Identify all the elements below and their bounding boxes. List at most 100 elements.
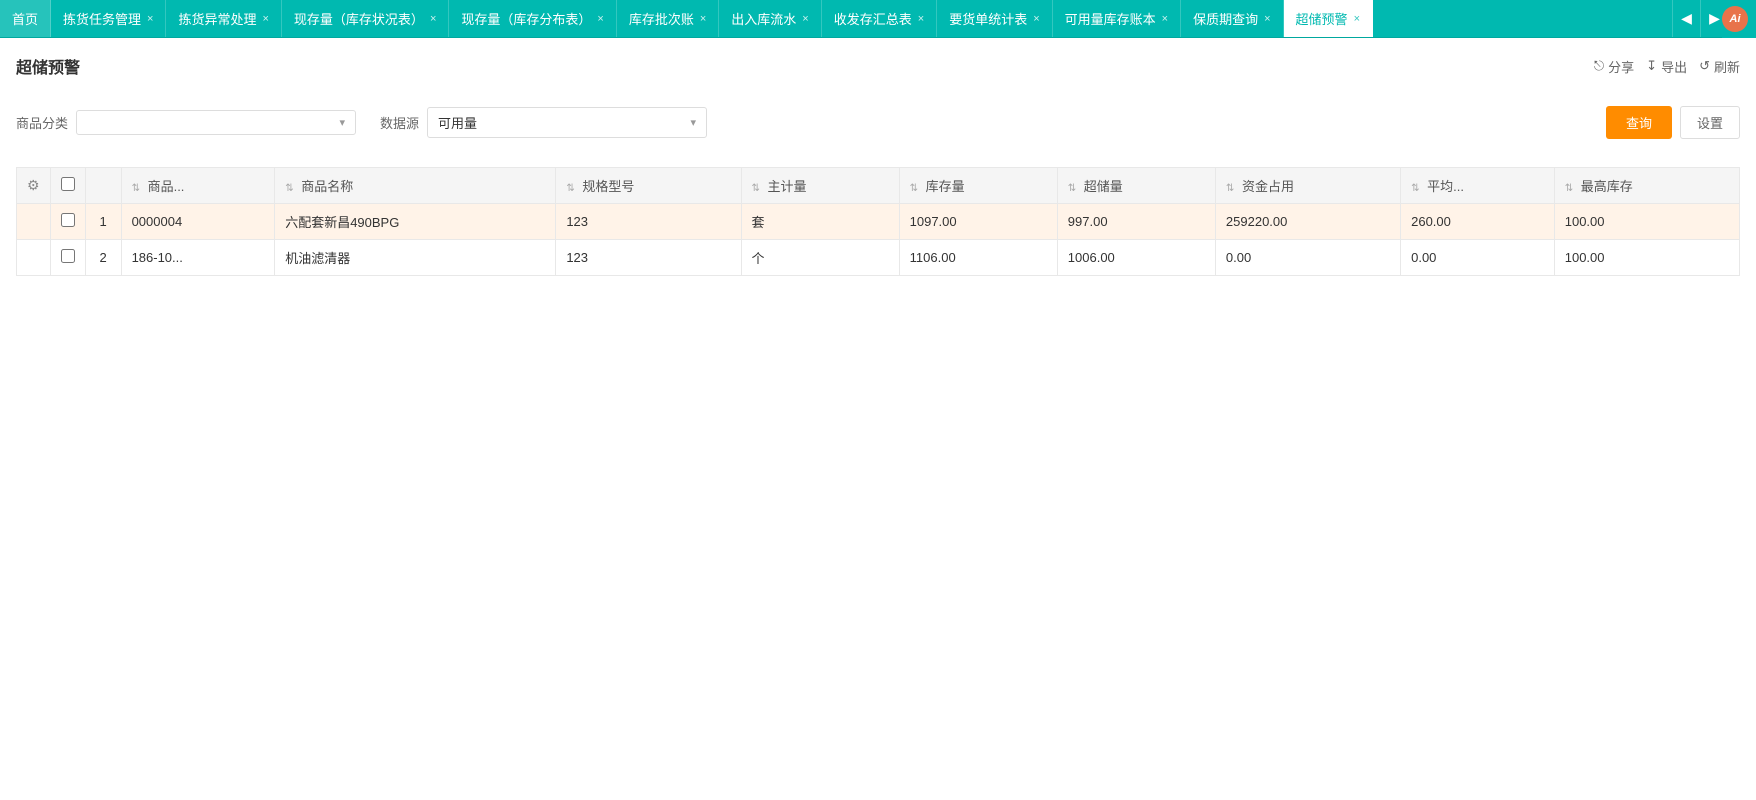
share-label: 分享 — [1608, 57, 1634, 76]
nav-item-现存量-库存分布表-[interactable]: 现存量（库存分布表） × — [449, 0, 616, 37]
share-btn[interactable]: ⎋ 分享 — [1594, 57, 1634, 76]
nav-item-收发存汇总表[interactable]: 收发存汇总表 × — [822, 0, 937, 37]
nav-close-icon[interactable]: × — [1264, 13, 1270, 25]
cell-settings — [17, 204, 51, 240]
cell-settings — [17, 240, 51, 276]
nav-item-label: 现存量（库存状况表） — [294, 9, 424, 28]
export-btn[interactable]: ↧ 导出 — [1646, 57, 1687, 76]
nav-item-label: 拣货异常处理 — [178, 9, 256, 28]
cell-overstock: 997.00 — [1057, 204, 1215, 240]
nav-close-icon[interactable]: × — [597, 13, 603, 25]
top-nav: 首页拣货任务管理×拣货异常处理×现存量（库存状况表）×现存量（库存分布表）×库存… — [0, 0, 1756, 38]
filter-row: 商品分类 ▾ 数据源 可用量 ▾ 查询 设置 — [16, 94, 1740, 151]
cell-rownum: 1 — [85, 204, 121, 240]
product-category-arrow-icon: ▾ — [339, 116, 345, 129]
sort-icon-unit: ⇅ — [752, 183, 760, 194]
cell-checkbox — [50, 240, 85, 276]
nav-close-icon[interactable]: × — [262, 13, 268, 25]
query-button[interactable]: 查询 — [1606, 106, 1672, 139]
nav-item-现存量-库存状况表-[interactable]: 现存量（库存状况表） × — [282, 0, 449, 37]
nav-close-icon[interactable]: × — [1162, 13, 1168, 25]
nav-prev-btn[interactable]: ◀ — [1672, 0, 1700, 38]
nav-item-超储预警[interactable]: 超储预警× — [1284, 0, 1373, 37]
nav-item-首页[interactable]: 首页 — [0, 0, 51, 37]
cell-avg: 0.00 — [1401, 240, 1555, 276]
top-right-area: Ai — [1722, 0, 1756, 38]
sort-icon-capital: ⇅ — [1226, 183, 1234, 194]
nav-close-icon[interactable]: × — [1354, 13, 1360, 25]
main-content: 超储预警 ⎋ 分享 ↧ 导出 ↺ 刷新 商品分类 ▾ 数据源 — [0, 38, 1756, 800]
table-body: 10000004六配套新昌490BPG123套1097.00997.002592… — [17, 204, 1740, 276]
nav-item-label: 可用量库存账本 — [1065, 9, 1156, 28]
page-title: 超储预警 — [16, 54, 80, 78]
cell-spec: 123 — [556, 240, 741, 276]
cell-overstock: 1006.00 — [1057, 240, 1215, 276]
select-all-checkbox[interactable] — [61, 177, 75, 191]
avatar[interactable]: Ai — [1722, 6, 1748, 32]
table-row: 2186-10...机油滤清器123个1106.001006.000.000.0… — [17, 240, 1740, 276]
col-rownum-header — [85, 168, 121, 204]
col-spec-header: ⇅ 规格型号 — [556, 168, 741, 204]
cell-product-code: 186-10... — [121, 240, 275, 276]
data-source-select[interactable]: 可用量 ▾ — [427, 107, 707, 138]
cell-max-stock: 100.00 — [1554, 240, 1739, 276]
table-header: ⚙ ⇅ 商品... ⇅ 商品名称 ⇅ 规格型号 — [17, 168, 1740, 204]
row-checkbox[interactable] — [61, 249, 75, 263]
nav-item-label: 收发存汇总表 — [834, 9, 912, 28]
cell-spec: 123 — [556, 204, 741, 240]
nav-close-icon[interactable]: × — [430, 13, 436, 25]
nav-item-出入库流水[interactable]: 出入库流水× — [719, 0, 821, 37]
share-icon: ⎋ — [1594, 58, 1604, 74]
cell-product-name: 六配套新昌490BPG — [275, 204, 556, 240]
nav-close-icon[interactable]: × — [918, 13, 924, 25]
sort-icon-overstock: ⇅ — [1068, 183, 1076, 194]
nav-item-拣货任务管理[interactable]: 拣货任务管理 × — [51, 0, 166, 37]
cell-capital: 0.00 — [1215, 240, 1400, 276]
product-category-label: 商品分类 — [16, 113, 68, 132]
nav-item-label: 要货单统计表 — [949, 9, 1027, 28]
nav-close-icon[interactable]: × — [700, 13, 706, 25]
row-checkbox[interactable] — [61, 213, 75, 227]
refresh-icon: ↺ — [1699, 58, 1710, 74]
nav-item-label: 拣货任务管理 — [63, 9, 141, 28]
col-avg-header: ⇅ 平均... — [1401, 168, 1555, 204]
filter-actions: 查询 设置 — [1606, 106, 1740, 139]
nav-item-拣货异常处理[interactable]: 拣货异常处理 × — [166, 0, 281, 37]
col-settings: ⚙ — [17, 168, 51, 204]
nav-close-icon[interactable]: × — [147, 13, 153, 25]
cell-stock: 1097.00 — [899, 204, 1057, 240]
cell-unit: 个 — [741, 240, 899, 276]
page-header: 超储预警 ⎋ 分享 ↧ 导出 ↺ 刷新 — [16, 54, 1740, 78]
cell-capital: 259220.00 — [1215, 204, 1400, 240]
cell-stock: 1106.00 — [899, 240, 1057, 276]
col-unit-header: ⇅ 主计量 — [741, 168, 899, 204]
cell-avg: 260.00 — [1401, 204, 1555, 240]
product-category-select[interactable]: ▾ — [76, 110, 356, 135]
nav-item-label: 保质期查询 — [1193, 9, 1258, 28]
data-source-value: 可用量 — [438, 113, 477, 132]
col-product-code-header: ⇅ 商品... — [121, 168, 275, 204]
sort-icon-stock: ⇅ — [910, 183, 918, 194]
table-row: 10000004六配套新昌490BPG123套1097.00997.002592… — [17, 204, 1740, 240]
refresh-btn[interactable]: ↺ 刷新 — [1699, 57, 1740, 76]
cell-max-stock: 100.00 — [1554, 204, 1739, 240]
nav-item-要货单统计表[interactable]: 要货单统计表 × — [937, 0, 1052, 37]
header-actions: ⎋ 分享 ↧ 导出 ↺ 刷新 — [1594, 57, 1740, 76]
nav-close-icon[interactable]: × — [1033, 13, 1039, 25]
sort-icon-product-name: ⇅ — [285, 183, 293, 194]
cell-rownum: 2 — [85, 240, 121, 276]
nav-item-label: 首页 — [12, 9, 38, 28]
gear-icon[interactable]: ⚙ — [27, 177, 40, 193]
nav-item-可用量库存账本[interactable]: 可用量库存账本 × — [1053, 0, 1181, 37]
settings-button[interactable]: 设置 — [1680, 106, 1740, 139]
cell-product-name: 机油滤清器 — [275, 240, 556, 276]
col-max-stock-header: ⇅ 最高库存 — [1554, 168, 1739, 204]
nav-item-保质期查询[interactable]: 保质期查询 × — [1181, 0, 1283, 37]
data-source-label: 数据源 — [380, 113, 419, 132]
nav-item-label: 现存量（库存分布表） — [461, 9, 591, 28]
nav-item-库存批次账[interactable]: 库存批次账× — [617, 0, 719, 37]
nav-close-icon[interactable]: × — [802, 13, 808, 25]
export-icon: ↧ — [1646, 58, 1657, 74]
data-source-arrow-icon: ▾ — [691, 116, 697, 129]
data-source-filter: 数据源 可用量 ▾ — [380, 107, 707, 138]
